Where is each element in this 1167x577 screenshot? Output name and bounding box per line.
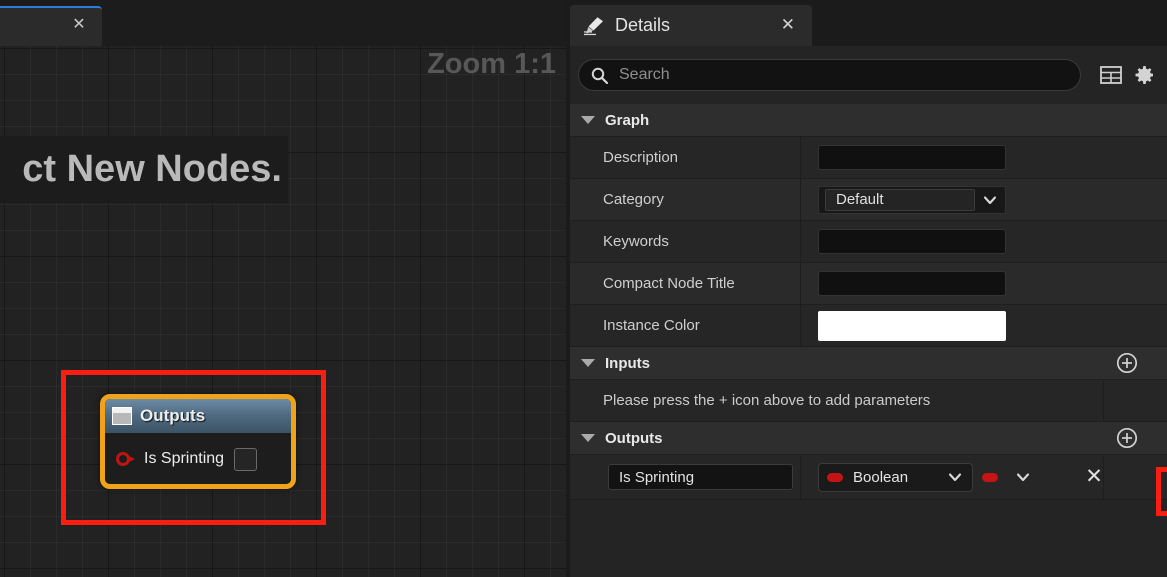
property-label: Keywords — [603, 233, 669, 250]
description-input[interactable] — [818, 145, 1006, 170]
blueprint-graph-panel: ✕ Zoom 1:1 ct New Nodes. Outputs Is Spri… — [0, 0, 566, 577]
instance-color-swatch[interactable] — [818, 310, 1006, 341]
settings-gear-icon[interactable] — [1129, 60, 1159, 90]
property-row-category: Category Default — [570, 179, 1167, 221]
delete-output-parameter-button[interactable]: ✕ — [1083, 466, 1105, 488]
close-icon[interactable]: ✕ — [70, 16, 88, 34]
boolean-type-color-swatch — [827, 472, 843, 482]
details-toolbar — [570, 46, 1167, 104]
table-view-icon[interactable] — [1096, 60, 1126, 90]
section-header-inputs[interactable]: Inputs — [570, 347, 1167, 380]
chevron-down-icon — [581, 359, 595, 367]
property-label: Instance Color — [603, 317, 700, 334]
property-label: Category — [603, 191, 664, 208]
category-value: Default — [825, 188, 975, 211]
property-row-instance-color: Instance Color — [570, 305, 1167, 347]
column-divider — [1103, 380, 1104, 421]
output-type-label: Boolean — [853, 468, 909, 486]
search-icon — [591, 67, 609, 84]
tab-details-label: Details — [615, 15, 671, 35]
chevron-down-icon — [946, 468, 964, 486]
property-row-description: Description — [570, 137, 1167, 179]
section-header-graph[interactable]: Graph — [570, 104, 1167, 137]
property-label: Compact Node Title — [603, 275, 735, 292]
outputs-add-button[interactable] — [1116, 427, 1138, 449]
property-value — [800, 221, 1167, 262]
property-row-compact-node-title: Compact Node Title — [570, 263, 1167, 305]
unreal-blueprint-editor: ✕ Zoom 1:1 ct New Nodes. Outputs Is Spri… — [0, 0, 1167, 577]
output-parameter-row: Boolean — [570, 455, 1167, 500]
property-value — [800, 305, 1167, 346]
property-label: Description — [603, 149, 679, 166]
property-value: Default — [800, 179, 1167, 220]
section-header-outputs[interactable]: Outputs — [570, 422, 1167, 455]
zoom-level-label: Zoom 1:1 — [427, 48, 556, 80]
property-value — [800, 263, 1167, 304]
chevron-down-icon — [1014, 468, 1032, 486]
section-title: Graph — [605, 111, 650, 129]
details-tab-strip: Details ✕ — [570, 0, 1167, 46]
output-parameter-type-cell: Boolean — [800, 455, 1167, 499]
graph-banner-label: ct New Nodes. — [22, 148, 282, 190]
graph-banner: ct New Nodes. — [0, 136, 288, 203]
annotation-box-blueprint-node — [61, 370, 326, 525]
details-panel: Details ✕ Search Graph Description Categ… — [570, 0, 1167, 577]
search-box[interactable] — [578, 59, 1081, 91]
output-container-type-dropdown[interactable] — [982, 468, 1032, 486]
inputs-empty-hint-row: Please press the + icon above to add par… — [570, 380, 1167, 422]
chevron-down-icon — [981, 191, 999, 209]
keywords-input[interactable] — [818, 229, 1006, 254]
section-title: Outputs — [605, 429, 663, 447]
section-title: Inputs — [605, 354, 650, 372]
output-parameter-name-input[interactable] — [608, 464, 793, 490]
output-type-dropdown[interactable]: Boolean — [818, 462, 973, 492]
tab-details[interactable]: Details ✕ — [570, 5, 812, 46]
compact-node-title-input[interactable] — [818, 271, 1006, 296]
inputs-empty-hint: Please press the + icon above to add par… — [603, 392, 931, 409]
search-input[interactable] — [617, 65, 1068, 85]
graph-tab-strip: ✕ — [0, 0, 566, 46]
property-value — [800, 137, 1167, 178]
property-row-keywords: Keywords — [570, 221, 1167, 263]
inputs-add-button[interactable] — [1116, 352, 1138, 374]
chevron-down-icon — [581, 434, 595, 442]
pencil-edit-icon — [583, 16, 605, 36]
category-dropdown[interactable]: Default — [818, 185, 1006, 214]
close-icon[interactable]: ✕ — [781, 16, 795, 34]
output-parameter-name-cell — [570, 464, 800, 490]
boolean-type-color-swatch — [982, 472, 998, 482]
graph-tab[interactable]: ✕ — [0, 6, 102, 46]
chevron-down-icon — [581, 116, 595, 124]
details-property-list: Graph Description Category Default Keywo… — [570, 104, 1167, 577]
